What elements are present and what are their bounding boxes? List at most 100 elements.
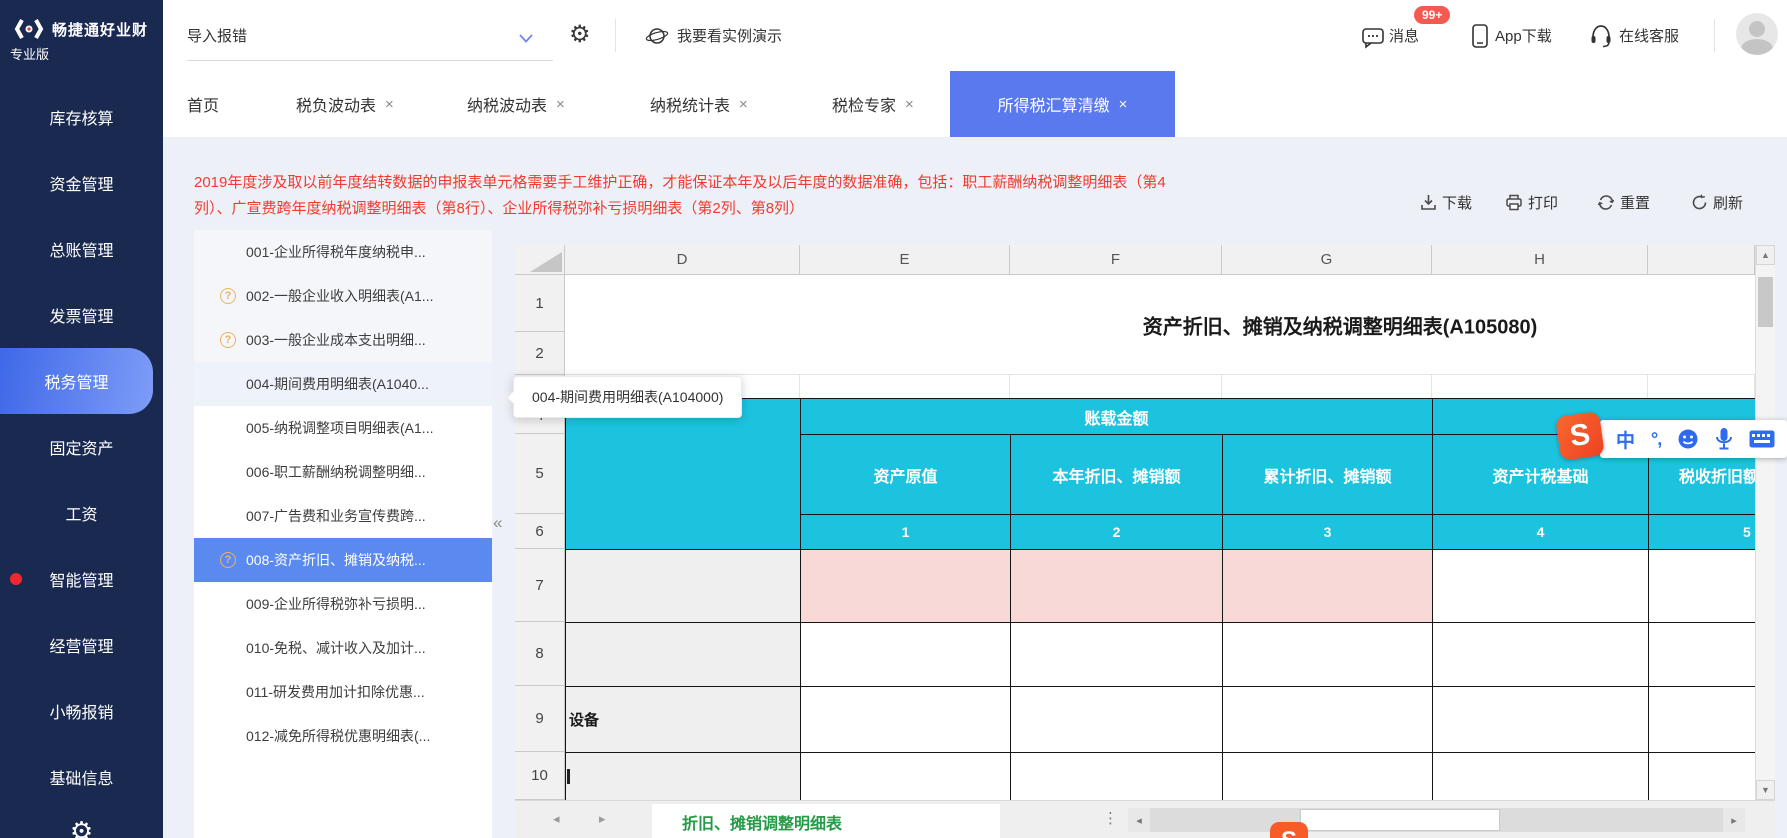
refresh-button[interactable]: 刷新: [1691, 192, 1743, 213]
tab-tax-payment-fluctuation[interactable]: 纳税波动表 ×: [467, 71, 565, 137]
data-cell[interactable]: [1649, 687, 1755, 753]
form-item-006[interactable]: 006-职工薪酬纳税调整明细...: [194, 450, 492, 494]
header-cell-asset-original-value[interactable]: 资产原值: [801, 435, 1011, 515]
column-header-f[interactable]: F: [1010, 245, 1222, 275]
row-number[interactable]: 6: [515, 514, 565, 549]
sidebar-item-operations[interactable]: 经营管理: [0, 612, 163, 678]
data-cell[interactable]: [1433, 550, 1649, 623]
sidebar-item-basic-info[interactable]: 基础信息: [0, 744, 163, 810]
demo-link[interactable]: 我要看实例演示: [677, 25, 782, 46]
form-item-010[interactable]: 010-免税、减计收入及加计...: [194, 626, 492, 670]
data-cell[interactable]: [801, 687, 1011, 753]
sogou-mini-logo-icon[interactable]: S: [1270, 822, 1308, 838]
emoji-icon[interactable]: [1677, 428, 1699, 450]
data-cell[interactable]: [1649, 550, 1755, 623]
row-label-cell[interactable]: [566, 623, 801, 687]
messages-link[interactable]: 消息: [1389, 25, 1419, 46]
form-item-007[interactable]: 007-广告费和业务宣传费跨...: [194, 494, 492, 538]
data-cell[interactable]: [1011, 753, 1223, 800]
horizontal-scroll-thumb[interactable]: [1300, 809, 1500, 831]
column-header-h[interactable]: H: [1432, 245, 1648, 275]
data-cell[interactable]: [1433, 623, 1649, 687]
sogou-logo-icon[interactable]: S: [1555, 411, 1605, 461]
phone-icon[interactable]: [1469, 23, 1491, 54]
data-cell[interactable]: [1011, 623, 1223, 687]
form-item-002[interactable]: ? 002-一般企业收入明细表(A1...: [194, 274, 492, 318]
data-cell[interactable]: [1223, 687, 1433, 753]
column-number-cell[interactable]: 3: [1223, 515, 1433, 550]
tab-income-tax-settlement[interactable]: 所得税汇算清缴 ×: [950, 71, 1175, 137]
ime-language-toggle[interactable]: 中: [1616, 426, 1635, 453]
help-icon[interactable]: ?: [220, 332, 236, 348]
column-header-d[interactable]: D: [565, 245, 800, 275]
app-download-link[interactable]: App下载: [1495, 25, 1552, 46]
scroll-up-icon[interactable]: ▲: [1756, 245, 1775, 265]
column-number-cell[interactable]: 4: [1433, 515, 1649, 550]
sidebar-item-payroll[interactable]: 工资: [0, 480, 163, 546]
form-item-004[interactable]: 004-期间费用明细表(A1040...: [194, 362, 492, 406]
data-cell[interactable]: [1649, 623, 1755, 687]
data-cell[interactable]: [1433, 753, 1649, 800]
group-header-cell[interactable]: 账载金额: [801, 399, 1433, 435]
vertical-scroll-thumb[interactable]: [1758, 277, 1773, 327]
vertical-scrollbar[interactable]: ▲ ▼: [1755, 245, 1775, 800]
collapse-panel-icon[interactable]: «: [493, 513, 502, 533]
row-label-cell-equipment[interactable]: 设备: [566, 687, 801, 753]
data-cell[interactable]: [1433, 687, 1649, 753]
form-item-011[interactable]: 011-研发费用加计扣除优惠...: [194, 670, 492, 714]
row-number[interactable]: 7: [515, 549, 565, 622]
column-number-cell[interactable]: 5: [1649, 515, 1755, 550]
data-cell-pink[interactable]: [801, 550, 1011, 623]
form-item-008[interactable]: ? 008-资产折旧、摊销及纳税...: [194, 538, 492, 582]
row-number[interactable]: 1: [515, 275, 565, 332]
help-icon[interactable]: ?: [220, 288, 236, 304]
column-number-cell[interactable]: 1: [801, 515, 1011, 550]
sidebar-item-smart-mgmt[interactable]: 智能管理: [0, 546, 163, 612]
sidebar-settings-icon[interactable]: ⚙: [0, 816, 163, 838]
messages-icon[interactable]: [1361, 25, 1385, 54]
form-item-005[interactable]: 005-纳税调整项目明细表(A1...: [194, 406, 492, 450]
row-number[interactable]: 10: [515, 752, 565, 800]
tab-home[interactable]: 首页: [187, 71, 219, 137]
microphone-icon[interactable]: [1715, 427, 1733, 451]
sidebar-item-fixed-assets[interactable]: 固定资产: [0, 414, 163, 480]
data-cell-pink[interactable]: [1223, 550, 1433, 623]
close-icon[interactable]: ×: [1119, 96, 1128, 113]
data-cell-pink[interactable]: [1011, 550, 1223, 623]
tab-tax-burden-fluctuation[interactable]: 税负波动表 ×: [296, 71, 394, 137]
sidebar-item-tax[interactable]: 税务管理: [0, 348, 153, 414]
column-header-e[interactable]: E: [800, 245, 1010, 275]
row-number[interactable]: 2: [515, 332, 565, 375]
tab-tax-inspection-expert[interactable]: 税检专家 ×: [832, 71, 914, 137]
print-button[interactable]: 打印: [1505, 192, 1558, 213]
scroll-left-icon[interactable]: ◂: [1128, 808, 1150, 832]
row-number[interactable]: 5: [515, 434, 565, 514]
data-cell[interactable]: [1011, 687, 1223, 753]
online-support-link[interactable]: 在线客服: [1619, 25, 1679, 46]
import-error-dropdown[interactable]: 导入报错: [187, 25, 247, 46]
close-icon[interactable]: ×: [556, 96, 565, 113]
data-cell[interactable]: [1649, 753, 1755, 800]
row-label-cell[interactable]: [566, 753, 801, 800]
merged-header-cell[interactable]: [566, 399, 801, 550]
sidebar-item-invoice[interactable]: 发票管理: [0, 282, 163, 348]
next-sheet-icon[interactable]: ▸: [599, 811, 606, 827]
data-cell[interactable]: [1223, 753, 1433, 800]
column-header-g[interactable]: G: [1222, 245, 1432, 275]
column-header-partial[interactable]: [1648, 245, 1755, 275]
close-icon[interactable]: ×: [905, 96, 914, 113]
settings-gear-icon[interactable]: ⚙: [569, 20, 591, 49]
row-number[interactable]: 9: [515, 686, 565, 752]
chevron-down-icon[interactable]: [519, 30, 533, 48]
horizontal-scrollbar[interactable]: ◂ ▸: [1128, 808, 1745, 832]
header-cell-accumulated-depreciation[interactable]: 累计折旧、摊销额: [1223, 435, 1433, 515]
prev-sheet-icon[interactable]: ◂: [553, 811, 560, 827]
download-button[interactable]: 下载: [1420, 192, 1472, 213]
sidebar-item-funds[interactable]: 资金管理: [0, 150, 163, 216]
avatar[interactable]: [1736, 13, 1778, 55]
scroll-down-icon[interactable]: ▼: [1756, 780, 1775, 800]
headset-icon[interactable]: [1589, 23, 1613, 54]
tab-tax-statistics[interactable]: 纳税统计表 ×: [650, 71, 748, 137]
sheet-tab-depreciation[interactable]: 折旧、摊销调整明细表: [652, 804, 1000, 838]
row-number[interactable]: 8: [515, 622, 565, 686]
